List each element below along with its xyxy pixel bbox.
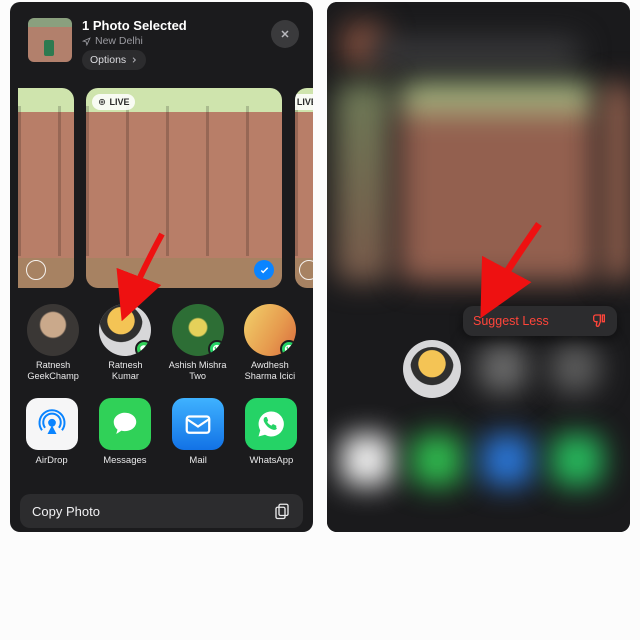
contact-name: Awdhesh Sharma Icici xyxy=(241,360,299,381)
selection-ring-icon[interactable] xyxy=(299,260,313,280)
share-app-mail[interactable]: Mail xyxy=(171,398,226,486)
memoji-icon xyxy=(410,347,454,391)
copy-photo-action[interactable]: Copy Photo xyxy=(20,494,303,528)
preview-photo[interactable] xyxy=(18,88,74,288)
share-contact[interactable]: Awdhesh Sharma Icici xyxy=(241,304,299,396)
app-label: Mail xyxy=(189,455,206,466)
avatar xyxy=(172,304,224,356)
contact-name: Ratnesh Kumar xyxy=(96,360,154,381)
messages-icon xyxy=(99,398,151,450)
copy-icon xyxy=(273,502,291,520)
avatar xyxy=(244,304,296,356)
blurred-background xyxy=(327,2,630,532)
thumbs-down-icon xyxy=(591,313,607,329)
photo-preview-strip[interactable]: LIVE LIVE xyxy=(10,88,313,290)
share-sheet-header: 1 Photo Selected New Delhi Options xyxy=(10,8,313,74)
focused-contact-avatar[interactable] xyxy=(403,340,461,398)
preview-photo-selected[interactable]: LIVE xyxy=(86,88,282,288)
selection-checked-icon[interactable] xyxy=(254,260,274,280)
options-button[interactable]: Options xyxy=(82,50,146,70)
options-label: Options xyxy=(90,54,126,66)
selection-ring-icon[interactable] xyxy=(26,260,46,280)
share-contact[interactable]: Ratnesh GeekChamp xyxy=(24,304,82,396)
context-menu-screen: Suggest Less xyxy=(327,2,630,532)
app-label: Messages xyxy=(103,455,146,466)
share-sheet-screen: 1 Photo Selected New Delhi Options LIVE xyxy=(10,2,313,532)
close-button[interactable] xyxy=(271,20,299,48)
selected-photo-thumbnail[interactable] xyxy=(28,18,72,62)
live-target-icon xyxy=(98,98,106,106)
mail-icon xyxy=(172,398,224,450)
messages-badge-icon xyxy=(135,340,151,356)
contact-name: Ratnesh GeekChamp xyxy=(24,360,82,381)
share-contact[interactable]: Ratnesh Kumar xyxy=(96,304,154,396)
whatsapp-badge-icon xyxy=(208,340,224,356)
location-arrow-icon xyxy=(82,37,91,46)
suggest-less-label: Suggest Less xyxy=(473,314,549,328)
avatar xyxy=(27,304,79,356)
selection-title: 1 Photo Selected xyxy=(82,18,187,33)
share-app-whatsapp[interactable]: WhatsApp xyxy=(244,398,299,486)
contact-name: Ashish Mishra Two xyxy=(169,360,227,381)
location-row[interactable]: New Delhi xyxy=(82,35,143,47)
live-badge: LIVE xyxy=(295,94,313,110)
preview-photo[interactable]: LIVE xyxy=(295,88,313,288)
airdrop-icon xyxy=(26,398,78,450)
whatsapp-badge-icon xyxy=(280,340,296,356)
suggest-less-button[interactable]: Suggest Less xyxy=(463,306,617,336)
action-label: Copy Photo xyxy=(32,504,100,519)
app-label: WhatsApp xyxy=(249,455,293,466)
share-people-row: Ratnesh GeekChamp Ratnesh Kumar Ashish xyxy=(10,304,313,396)
whatsapp-icon xyxy=(245,398,297,450)
share-apps-row: AirDrop Messages Mail WhatsApp xyxy=(10,398,313,486)
share-app-messages[interactable]: Messages xyxy=(97,398,152,486)
chevron-right-icon xyxy=(130,56,138,64)
app-label: AirDrop xyxy=(36,455,68,466)
live-badge: LIVE xyxy=(92,94,135,110)
avatar xyxy=(99,304,151,356)
share-contact[interactable]: Ashish Mishra Two xyxy=(169,304,227,396)
close-icon xyxy=(279,28,291,40)
share-app-airdrop[interactable]: AirDrop xyxy=(24,398,79,486)
location-text: New Delhi xyxy=(95,35,143,47)
